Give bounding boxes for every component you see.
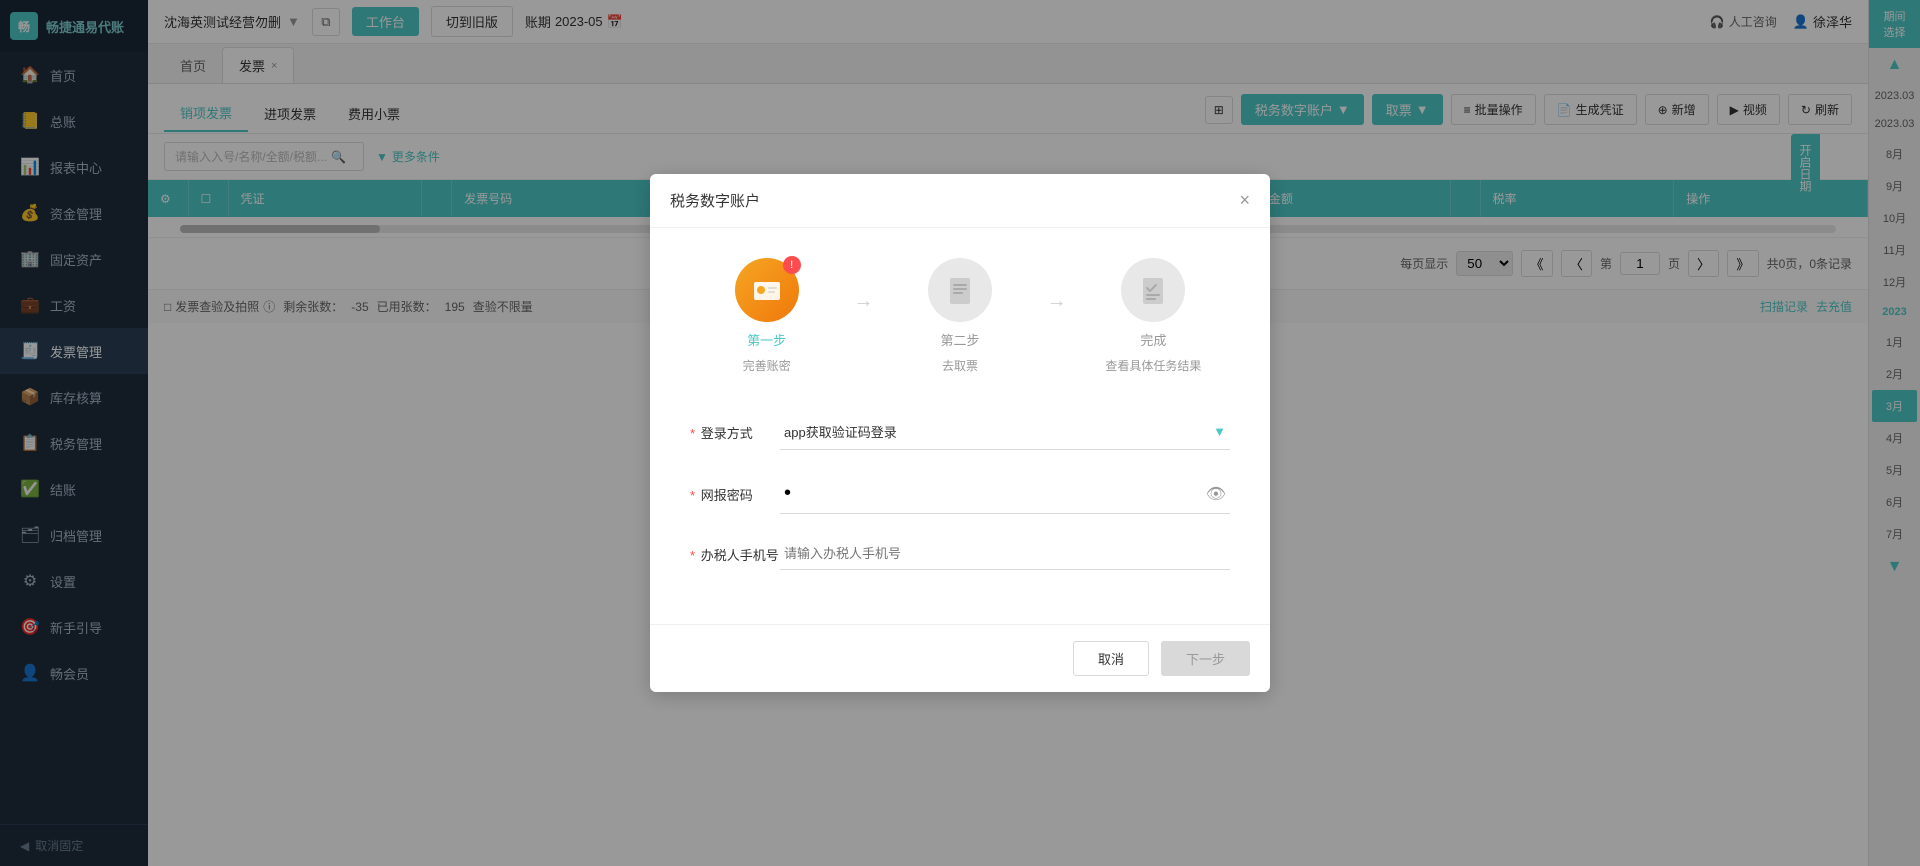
next-button[interactable]: 下一步 — [1161, 641, 1250, 676]
step-3-icon — [1121, 258, 1185, 322]
dialog-title: 税务数字账户 — [670, 190, 760, 211]
step-1-desc: 完善账密 — [743, 357, 791, 374]
tax-phone-field: * 办税人手机号 — [690, 538, 1230, 570]
step-arrow-2: → — [1047, 290, 1067, 313]
dialog-header: 税务数字账户 × — [650, 174, 1270, 228]
tax-phone-input[interactable] — [780, 538, 1230, 570]
login-method-field: * 登录方式 app获取验证码登录 ▼ — [690, 414, 1230, 450]
password-field-container: 👁 — [780, 474, 1230, 514]
step-2-desc: 去取票 — [942, 357, 978, 374]
steps-indicator: ! 第一步 完善账密 → — [690, 258, 1230, 374]
id-card-icon — [751, 274, 783, 306]
dialog-close-button[interactable]: × — [1239, 190, 1250, 211]
step-1: ! 第一步 完善账密 — [690, 258, 843, 374]
step-3-desc: 查看具体任务结果 — [1105, 357, 1201, 374]
step-2-label: 第二步 — [940, 330, 979, 349]
required-mark-2: * — [690, 488, 695, 503]
net-password-label: * 网报密码 — [690, 485, 780, 504]
required-mark-3: * — [690, 548, 695, 563]
login-method-select[interactable]: app获取验证码登录 ▼ — [780, 414, 1230, 450]
step-1-label: 第一步 — [747, 330, 786, 349]
step-arrow-1: → — [853, 290, 873, 313]
dialog-body: ! 第一步 完善账密 → — [650, 228, 1270, 624]
checklist-icon — [1137, 274, 1169, 306]
net-password-input[interactable] — [784, 482, 1206, 505]
step-2: 第二步 去取票 — [883, 258, 1036, 374]
invoice-icon — [944, 274, 976, 306]
step-3: 完成 查看具体任务结果 — [1077, 258, 1230, 374]
modal-overlay: 税务数字账户 × — [0, 0, 1920, 866]
cancel-button[interactable]: 取消 — [1073, 641, 1149, 676]
tax-phone-label: * 办税人手机号 — [690, 545, 780, 564]
step-1-icon: ! — [735, 258, 799, 322]
step-1-badge: ! — [783, 256, 801, 274]
select-arrow-icon: ▼ — [1213, 424, 1226, 439]
tax-digital-dialog: 税务数字账户 × — [650, 174, 1270, 692]
step-3-label: 完成 — [1140, 330, 1166, 349]
password-toggle-icon[interactable]: 👁 — [1206, 484, 1226, 504]
step-2-icon — [928, 258, 992, 322]
required-mark: * — [690, 426, 695, 441]
login-method-label: * 登录方式 — [690, 423, 780, 442]
net-password-field: * 网报密码 👁 — [690, 474, 1230, 514]
dialog-footer: 取消 下一步 — [650, 624, 1270, 692]
